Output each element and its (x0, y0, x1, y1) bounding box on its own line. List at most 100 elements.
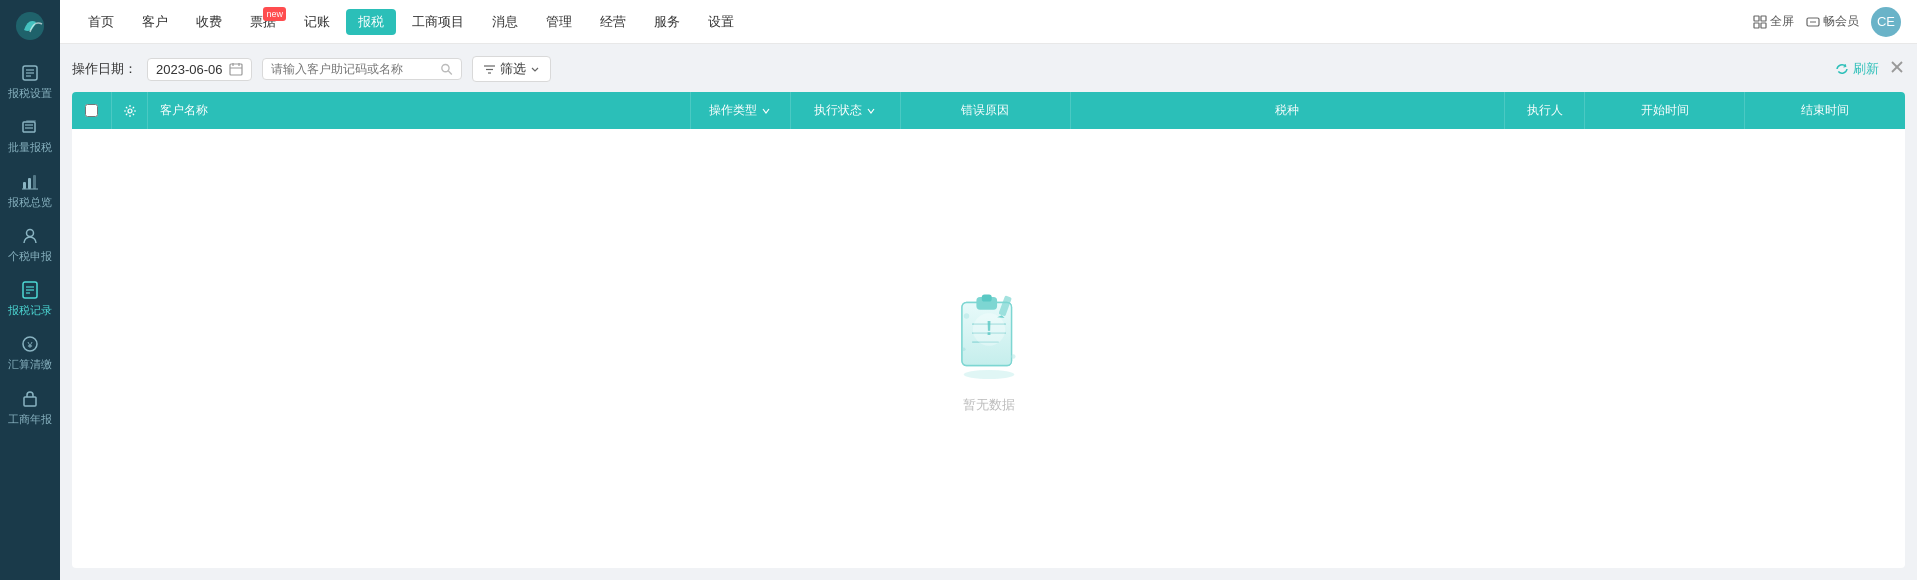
date-label: 操作日期： (72, 60, 137, 78)
svg-text:!: ! (985, 316, 992, 338)
th-executor: 执行人 (1505, 92, 1585, 129)
th-end-time: 结束时间 (1745, 92, 1905, 129)
sidebar-item-label: 汇算清缴 (8, 357, 52, 371)
sidebar-item-settlement[interactable]: ¥ 汇算清缴 (0, 325, 60, 379)
search-box[interactable] (262, 58, 462, 80)
batch-tax-icon (19, 116, 41, 138)
filter-button[interactable]: 筛选 (472, 56, 551, 82)
nav-operation[interactable]: 经营 (588, 9, 638, 35)
sidebar-item-label: 报税记录 (8, 303, 52, 317)
new-badge: new (263, 7, 286, 21)
empty-text: 暂无数据 (963, 396, 1015, 414)
nav-invoice[interactable]: 票据 new (238, 9, 288, 35)
close-icon (1889, 59, 1905, 75)
svg-point-51 (963, 313, 968, 318)
date-value: 2023-06-06 (156, 62, 223, 77)
fullscreen-label: 全屏 (1770, 13, 1794, 30)
content-area: 操作日期： 2023-06-06 (60, 44, 1917, 580)
nav-tax[interactable]: 报税 (346, 9, 396, 35)
th-checkbox[interactable] (72, 92, 112, 129)
empty-state: ! (944, 284, 1034, 414)
nav-items: 首页 客户 收费 票据 new 记账 报税 工商项目 消息 管理 经营 服务 设… (76, 9, 1753, 35)
sidebar-item-label: 批量报税 (8, 140, 52, 154)
svg-point-38 (128, 109, 132, 113)
th-client-name: 客户名称 (148, 92, 691, 129)
sidebar-item-label: 报税总览 (8, 195, 52, 209)
svg-rect-43 (981, 294, 991, 301)
data-table: 客户名称 操作类型 执行状态 错误原因 (72, 92, 1905, 568)
svg-rect-21 (1754, 16, 1759, 21)
sidebar-item-tax-overview[interactable]: 报税总览 (0, 163, 60, 217)
svg-point-52 (962, 347, 966, 351)
filter-icon (483, 63, 496, 75)
user-avatar[interactable]: CE (1871, 7, 1901, 37)
th-exec-status[interactable]: 执行状态 (791, 92, 901, 129)
sidebar-item-annual-report[interactable]: 工商年报 (0, 380, 60, 434)
svg-point-39 (963, 370, 1013, 379)
sidebar-item-batch-tax[interactable]: 批量报税 (0, 108, 60, 162)
avatar-text: CE (1877, 14, 1895, 29)
filter-status-icon (866, 106, 876, 116)
toolbar: 操作日期： 2023-06-06 (72, 56, 1905, 82)
nav-client[interactable]: 客户 (130, 9, 180, 35)
svg-rect-27 (230, 64, 242, 75)
sidebar-item-tax-settings[interactable]: 报税设置 (0, 54, 60, 108)
date-picker[interactable]: 2023-06-06 (147, 58, 252, 81)
svg-rect-8 (26, 120, 36, 122)
filter-label: 筛选 (500, 60, 526, 78)
sidebar-item-label: 报税设置 (8, 86, 52, 100)
member-button[interactable]: 畅会员 (1806, 13, 1859, 30)
refresh-icon (1835, 62, 1849, 76)
fullscreen-button[interactable]: 全屏 (1753, 13, 1794, 30)
th-start-time: 开始时间 (1585, 92, 1745, 129)
fullscreen-icon (1753, 15, 1767, 29)
search-icon (440, 62, 453, 76)
tax-records-icon (19, 279, 41, 301)
gear-icon (123, 104, 137, 118)
app-logo[interactable] (12, 8, 48, 44)
th-op-type[interactable]: 操作类型 (691, 92, 791, 129)
sidebar-item-label: 工商年报 (8, 412, 52, 426)
close-button[interactable] (1889, 59, 1905, 79)
select-all-checkbox[interactable] (85, 104, 98, 117)
nav-accounting[interactable]: 记账 (292, 9, 342, 35)
sidebar-item-personal-tax[interactable]: 个税申报 (0, 217, 60, 271)
refresh-button[interactable]: 刷新 (1835, 60, 1879, 78)
search-input[interactable] (271, 62, 436, 76)
nav-manage[interactable]: 管理 (534, 9, 584, 35)
svg-rect-5 (23, 122, 35, 132)
svg-point-13 (27, 229, 34, 236)
table-header: 客户名称 操作类型 执行状态 错误原因 (72, 92, 1905, 129)
calendar-icon (229, 62, 243, 76)
nav-business[interactable]: 工商项目 (400, 9, 476, 35)
nav-message[interactable]: 消息 (480, 9, 530, 35)
main-wrapper: 首页 客户 收费 票据 new 记账 报税 工商项目 消息 管理 经营 服务 设… (60, 0, 1917, 580)
svg-point-53 (1011, 354, 1016, 359)
nav-service[interactable]: 服务 (642, 9, 692, 35)
th-error-reason: 错误原因 (901, 92, 1071, 129)
nav-home[interactable]: 首页 (76, 9, 126, 35)
tax-settings-icon (19, 62, 41, 84)
personal-tax-icon (19, 225, 41, 247)
nav-settings[interactable]: 设置 (696, 9, 746, 35)
sidebar-item-label: 个税申报 (8, 249, 52, 263)
refresh-label: 刷新 (1853, 60, 1879, 78)
svg-rect-24 (1761, 23, 1766, 28)
svg-rect-9 (23, 182, 26, 189)
th-tax-type: 税种 (1071, 92, 1505, 129)
top-navigation: 首页 客户 收费 票据 new 记账 报税 工商项目 消息 管理 经营 服务 设… (60, 0, 1917, 44)
svg-rect-22 (1761, 16, 1766, 21)
nav-billing[interactable]: 收费 (184, 9, 234, 35)
annual-report-icon (19, 388, 41, 410)
svg-rect-20 (24, 397, 36, 406)
svg-rect-23 (1754, 23, 1759, 28)
svg-line-32 (448, 71, 452, 75)
svg-rect-11 (33, 175, 36, 189)
member-label: 畅会员 (1823, 13, 1859, 30)
empty-illustration: ! (944, 284, 1034, 384)
table-body-empty: ! (72, 129, 1905, 568)
sidebar-item-tax-records[interactable]: 报税记录 (0, 271, 60, 325)
svg-point-31 (442, 64, 449, 71)
th-gear[interactable] (112, 92, 148, 129)
svg-rect-10 (28, 178, 31, 189)
